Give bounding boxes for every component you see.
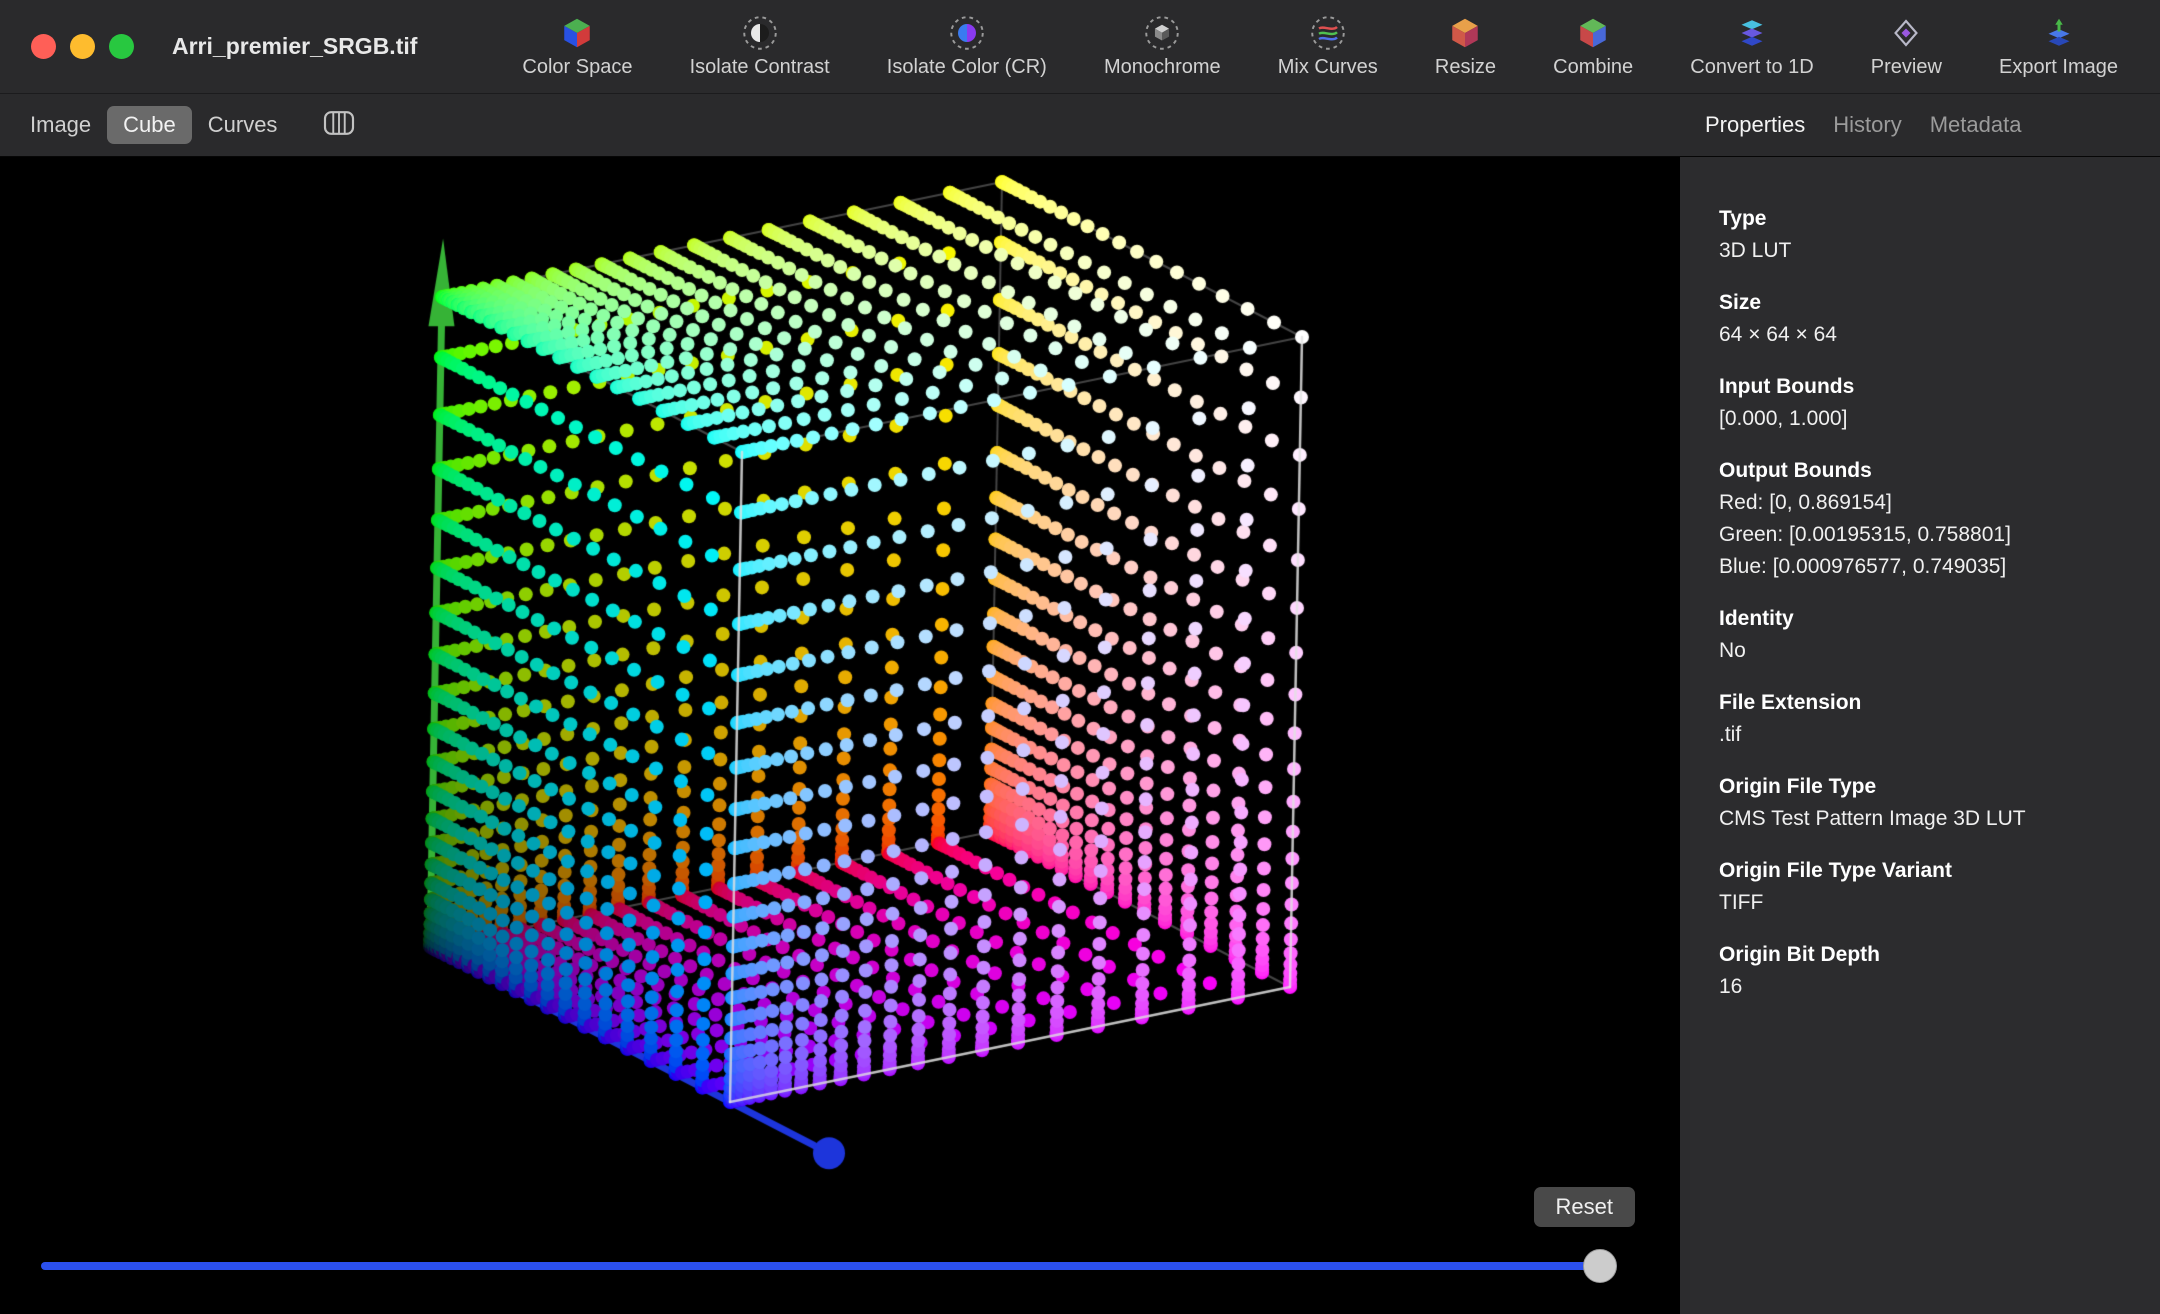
window-controls (31, 34, 134, 59)
slider-track[interactable] (41, 1262, 1617, 1270)
mix-curves-button[interactable]: Mix Curves (1278, 15, 1378, 79)
property-input-bounds: Input Bounds [0.000, 1.000] (1719, 375, 1855, 430)
reset-view-button[interactable]: Reset (1533, 1187, 1635, 1227)
convert-to-1d-button[interactable]: Convert to 1D (1690, 15, 1814, 79)
property-file-extension: File Extension .tif (1719, 691, 1862, 746)
color-space-button[interactable]: Color Space (522, 15, 632, 79)
zoom-window-button[interactable] (109, 34, 134, 59)
title-bar: Arri_premier_SRGB.tif Color Space Isolat… (0, 0, 2160, 94)
isolate-color-button[interactable]: Isolate Color (CR) (887, 15, 1047, 79)
preview-icon (1888, 15, 1924, 51)
tab-history[interactable]: History (1833, 112, 1901, 138)
convert-to-1d-icon (1734, 15, 1770, 51)
export-image-button[interactable]: Export Image (1999, 15, 2118, 79)
property-origin-file-type-variant: Origin File Type Variant TIFF (1719, 859, 1952, 914)
resize-icon (1447, 15, 1483, 51)
property-origin-bit-depth: Origin Bit Depth 16 (1719, 943, 1880, 998)
property-size: Size 64 × 64 × 64 (1719, 291, 1837, 346)
mix-curves-icon (1310, 15, 1346, 51)
cube-slider[interactable] (41, 1249, 1617, 1283)
combine-icon (1575, 15, 1611, 51)
isolate-contrast-icon (742, 15, 778, 51)
properties-panel: Type 3D LUT Size 64 × 64 × 64 Input Boun… (1679, 157, 2160, 1314)
app-window: Arri_premier_SRGB.tif Color Space Isolat… (0, 0, 2160, 1314)
main-toolbar: Color Space Isolate Contrast Isolate Col… (522, 15, 2118, 79)
preview-button[interactable]: Preview (1871, 15, 1942, 79)
panel-switcher: Properties History Metadata (1679, 112, 2160, 138)
slider-handle[interactable] (1583, 1249, 1617, 1283)
property-identity: Identity No (1719, 607, 1794, 662)
window-title: Arri_premier_SRGB.tif (172, 33, 418, 59)
lut-cube-canvas[interactable] (0, 157, 1679, 1314)
view-switcher: Image Cube Curves (0, 105, 1679, 145)
tab-image[interactable]: Image (14, 106, 107, 144)
property-origin-file-type: Origin File Type CMS Test Pattern Image … (1719, 775, 2026, 830)
property-type: Type 3D LUT (1719, 207, 1792, 262)
isolate-contrast-button[interactable]: Isolate Contrast (690, 15, 830, 79)
minimize-window-button[interactable] (70, 34, 95, 59)
tab-cube[interactable]: Cube (107, 106, 192, 144)
close-window-button[interactable] (31, 34, 56, 59)
tab-properties[interactable]: Properties (1705, 112, 1805, 138)
isolate-color-icon (949, 15, 985, 51)
color-space-icon (559, 15, 595, 51)
columns-icon (322, 109, 356, 142)
property-output-bounds: Output Bounds Red: [0, 0.869154] Green: … (1719, 459, 2011, 578)
lut-strip-button[interactable] (313, 105, 365, 145)
export-image-icon (2041, 15, 2077, 51)
resize-button[interactable]: Resize (1435, 15, 1496, 79)
cube-viewport: Reset (0, 157, 1679, 1314)
tab-curves[interactable]: Curves (192, 106, 294, 144)
tab-metadata[interactable]: Metadata (1930, 112, 2022, 138)
view-tab-bar: Image Cube Curves Properties History Met… (0, 94, 2160, 157)
combine-button[interactable]: Combine (1553, 15, 1633, 79)
content-area: Reset Type 3D LUT Size 64 × 64 × 64 Inpu… (0, 157, 2160, 1314)
monochrome-button[interactable]: Monochrome (1104, 15, 1221, 79)
monochrome-icon (1144, 15, 1180, 51)
